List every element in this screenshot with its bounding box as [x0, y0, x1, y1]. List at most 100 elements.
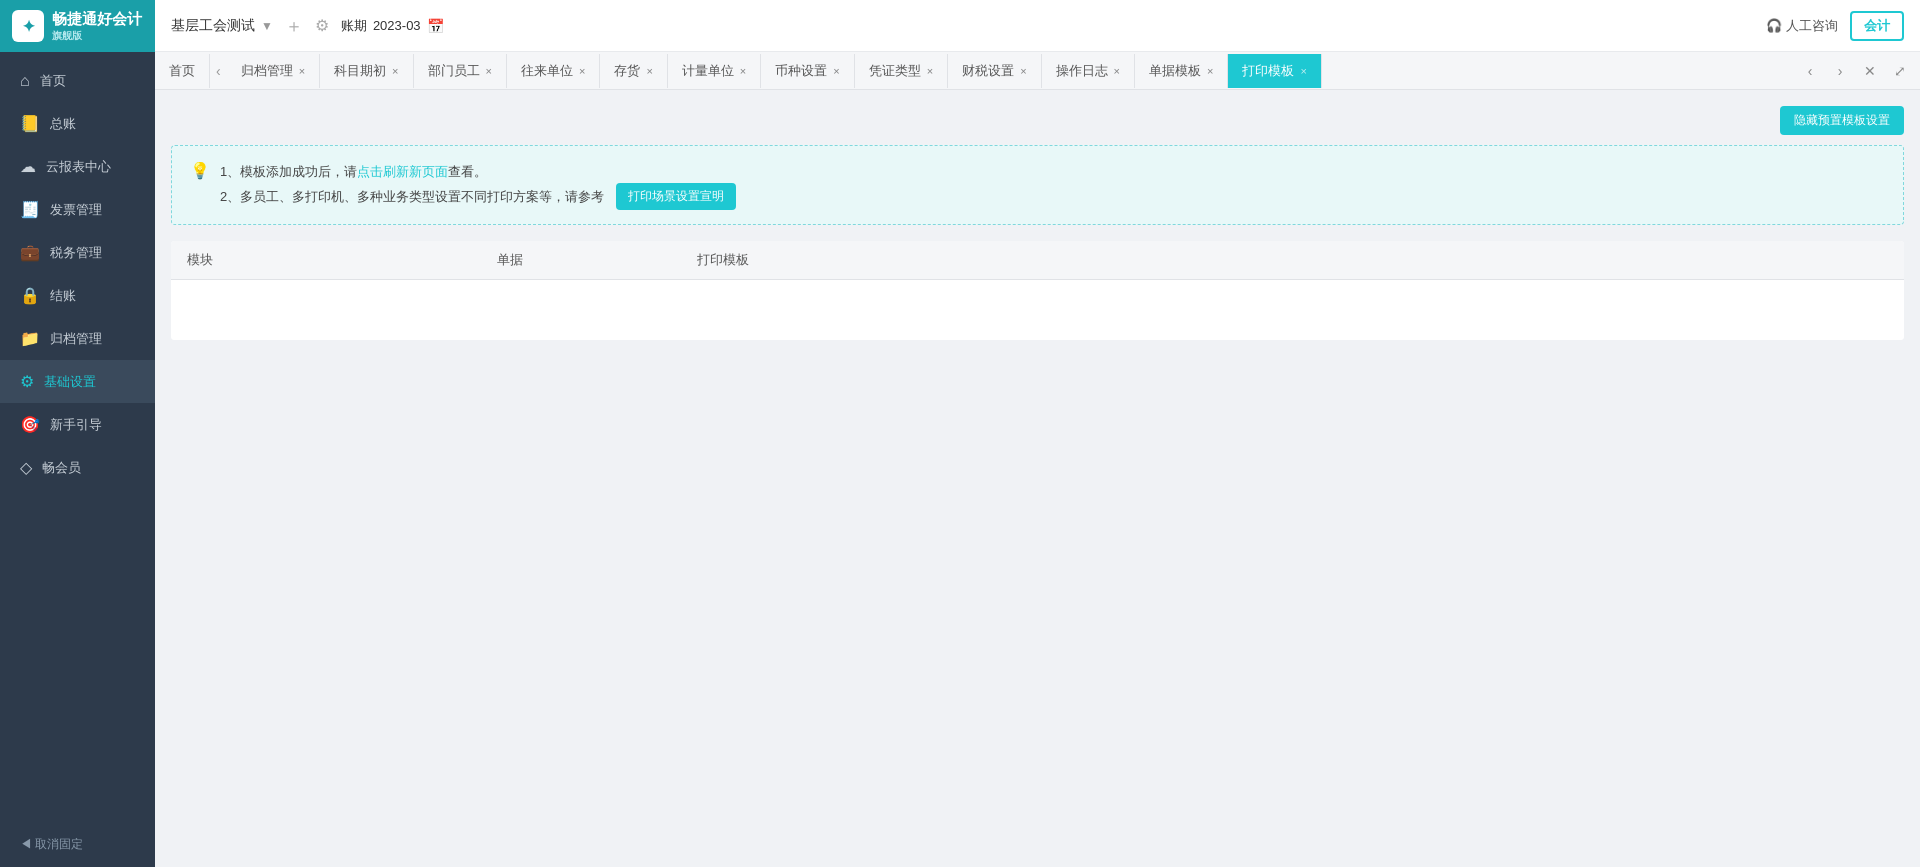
sidebar-unpin[interactable]: ◀ 取消固定 — [0, 822, 155, 867]
info-line1-suffix: 查看。 — [448, 164, 487, 179]
tab-label-archive: 归档管理 — [241, 62, 293, 80]
period-value: 2023-03 — [373, 18, 421, 33]
ledger-icon: 📒 — [20, 114, 40, 133]
tab-close-dept[interactable]: × — [486, 65, 492, 77]
table-body — [171, 280, 1904, 340]
company-name: 基层工会测试 — [171, 17, 255, 35]
tab-close-print-template[interactable]: × — [1300, 65, 1306, 77]
sidebar-label-archive: 归档管理 — [50, 330, 102, 348]
topbar-right: 🎧 人工咨询 会计 — [1766, 11, 1904, 41]
sidebar-item-archive[interactable]: 📁 归档管理 — [0, 317, 155, 360]
content-area: 隐藏预置模板设置 💡 1、模板添加成功后，请点击刷新新页面查看。 2、多员工、多… — [155, 90, 1920, 867]
sidebar-logo: ✦ 畅捷通好会计 旗舰版 — [0, 0, 155, 52]
tab-close-unit[interactable]: × — [740, 65, 746, 77]
settings-button[interactable]: ⚙ — [315, 16, 329, 35]
tab-label-single-template: 单据模板 — [1149, 62, 1201, 80]
col-template: 打印模板 — [681, 241, 1904, 279]
period-selector[interactable]: 账期 2023-03 📅 — [341, 17, 444, 35]
tab-close-current[interactable]: ✕ — [1856, 57, 1884, 85]
col-voucher: 单据 — [481, 241, 681, 279]
tab-scroll-right[interactable]: › — [1826, 57, 1854, 85]
info-box: 💡 1、模板添加成功后，请点击刷新新页面查看。 2、多员工、多打印机、多种业务类… — [171, 145, 1904, 225]
tab-voucher-type[interactable]: 凭证类型 × — [855, 54, 948, 88]
sidebar-item-report[interactable]: ☁ 云报表中心 — [0, 145, 155, 188]
sidebar-label-tax: 税务管理 — [50, 244, 102, 262]
report-icon: ☁ — [20, 157, 36, 176]
sidebar-item-invoice[interactable]: 🧾发票管理 — [0, 188, 155, 231]
info-line2: 2、多员工、多打印机、多种业务类型设置不同打印方案等，请参考 — [220, 185, 604, 208]
tab-close-vendor[interactable]: × — [579, 65, 585, 77]
tab-currency[interactable]: 币种设置 × — [761, 54, 854, 88]
tab-operation-log[interactable]: 操作日志 × — [1042, 54, 1135, 88]
sidebar-item-member[interactable]: ◇ 畅会员 — [0, 446, 155, 489]
sidebar-label-ledger: 总账 — [50, 115, 76, 133]
tab-close-archive[interactable]: × — [299, 65, 305, 77]
guide-icon: 🎯 — [20, 415, 40, 434]
tab-close-currency[interactable]: × — [833, 65, 839, 77]
tab-close-inventory[interactable]: × — [646, 65, 652, 77]
member-icon: ◇ — [20, 458, 32, 477]
tab-tax-settings[interactable]: 财税设置 × — [948, 54, 1041, 88]
tab-nav-left[interactable]: ‹ — [210, 63, 227, 79]
sidebar-label-home: 首页 — [40, 72, 66, 90]
explain-button[interactable]: 打印场景设置宣明 — [616, 183, 736, 210]
app-edition: 旗舰版 — [52, 29, 142, 43]
sidebar-label-closing: 结账 — [50, 287, 76, 305]
hide-template-button[interactable]: 隐藏预置模板设置 — [1780, 106, 1904, 135]
tab-label-vendor: 往来单位 — [521, 62, 573, 80]
tab-unit[interactable]: 计量单位× — [668, 54, 761, 88]
tab-close-subject[interactable]: × — [392, 65, 398, 77]
tab-inventory[interactable]: 存货× — [600, 54, 667, 88]
logo-icon: ✦ — [12, 10, 44, 42]
sidebar-item-closing[interactable]: 🔒 结账 — [0, 274, 155, 317]
tab-label-operation-log: 操作日志 — [1056, 62, 1108, 80]
hide-template-container: 隐藏预置模板设置 — [171, 106, 1904, 135]
main-area: 基层工会测试 ▼ ＋ ⚙ 账期 2023-03 📅 🎧 人工咨询 会计 首页 ‹… — [155, 0, 1920, 867]
company-selector[interactable]: 基层工会测试 ▼ — [171, 17, 273, 35]
tab-close-tax-settings[interactable]: × — [1020, 65, 1026, 77]
tab-home[interactable]: 首页 — [155, 54, 210, 88]
settings-icon: ⚙ — [20, 372, 34, 391]
tab-dept[interactable]: 部门员工 × — [414, 54, 507, 88]
topbar: 基层工会测试 ▼ ＋ ⚙ 账期 2023-03 📅 🎧 人工咨询 会计 — [155, 0, 1920, 52]
tab-close-operation-log[interactable]: × — [1114, 65, 1120, 77]
tab-label-tax-settings: 财税设置 — [962, 62, 1014, 80]
tabbar-actions: ‹ › ✕ ⤢ — [1790, 57, 1920, 85]
sidebar-item-tax[interactable]: 💼 税务管理 — [0, 231, 155, 274]
tab-archive[interactable]: 归档管理 × — [227, 54, 320, 88]
tab-label-voucher-type: 凭证类型 — [869, 62, 921, 80]
sidebar-item-guide[interactable]: 🎯新手引导 — [0, 403, 155, 446]
info-link[interactable]: 点击刷新新页面 — [357, 164, 448, 179]
sidebar-item-settings[interactable]: ⚙ 基础设置 — [0, 360, 155, 403]
calendar-icon: 📅 — [427, 18, 444, 34]
add-tab-button[interactable]: ＋ — [285, 14, 303, 38]
sidebar-label-settings: 基础设置 — [44, 373, 96, 391]
sidebar-label-member: 畅会员 — [42, 459, 81, 477]
sidebar-label-report: 云报表中心 — [46, 158, 111, 176]
kuaiji-button[interactable]: 会计 — [1850, 11, 1904, 41]
sidebar-item-home[interactable]: ⌂ 首页 — [0, 60, 155, 102]
sidebar-item-ledger[interactable]: 📒 总账 — [0, 102, 155, 145]
tab-close-single-template[interactable]: × — [1207, 65, 1213, 77]
support-button[interactable]: 🎧 人工咨询 — [1766, 17, 1838, 35]
support-label: 人工咨询 — [1786, 17, 1838, 35]
tab-fullscreen[interactable]: ⤢ — [1886, 57, 1914, 85]
sidebar: ✦ 畅捷通好会计 旗舰版 ⌂ 首页 📒 总账 ☁ 云报表中心 🧾发票管理 💼 税务管理 🔒 结账 📁 归… — [0, 0, 155, 867]
tab-print-template[interactable]: 打印模板× — [1228, 54, 1321, 88]
tab-vendor[interactable]: 往来单位 × — [507, 54, 600, 88]
tab-close-voucher-type[interactable]: × — [927, 65, 933, 77]
tab-single-template[interactable]: 单据模板 × — [1135, 54, 1228, 88]
tab-scroll-left[interactable]: ‹ — [1796, 57, 1824, 85]
info-text: 1、模板添加成功后，请点击刷新新页面查看。 2、多员工、多打印机、多种业务类型设… — [220, 160, 736, 210]
tax-icon: 💼 — [20, 243, 40, 262]
archive-icon: 📁 — [20, 329, 40, 348]
home-icon: ⌂ — [20, 72, 30, 90]
tab-label-currency: 币种设置 — [775, 62, 827, 80]
tab-label-dept: 部门员工 — [428, 62, 480, 80]
tabbar: 首页 ‹ 归档管理×科目期初×部门员工×往来单位×存货×计量单位×币种设置×凭证… — [155, 52, 1920, 90]
closing-icon: 🔒 — [20, 286, 40, 305]
tab-subject[interactable]: 科目期初× — [320, 54, 413, 88]
bulb-icon: 💡 — [190, 161, 210, 180]
company-dropdown-arrow: ▼ — [261, 19, 273, 33]
kuaiji-label: 会计 — [1864, 18, 1890, 33]
